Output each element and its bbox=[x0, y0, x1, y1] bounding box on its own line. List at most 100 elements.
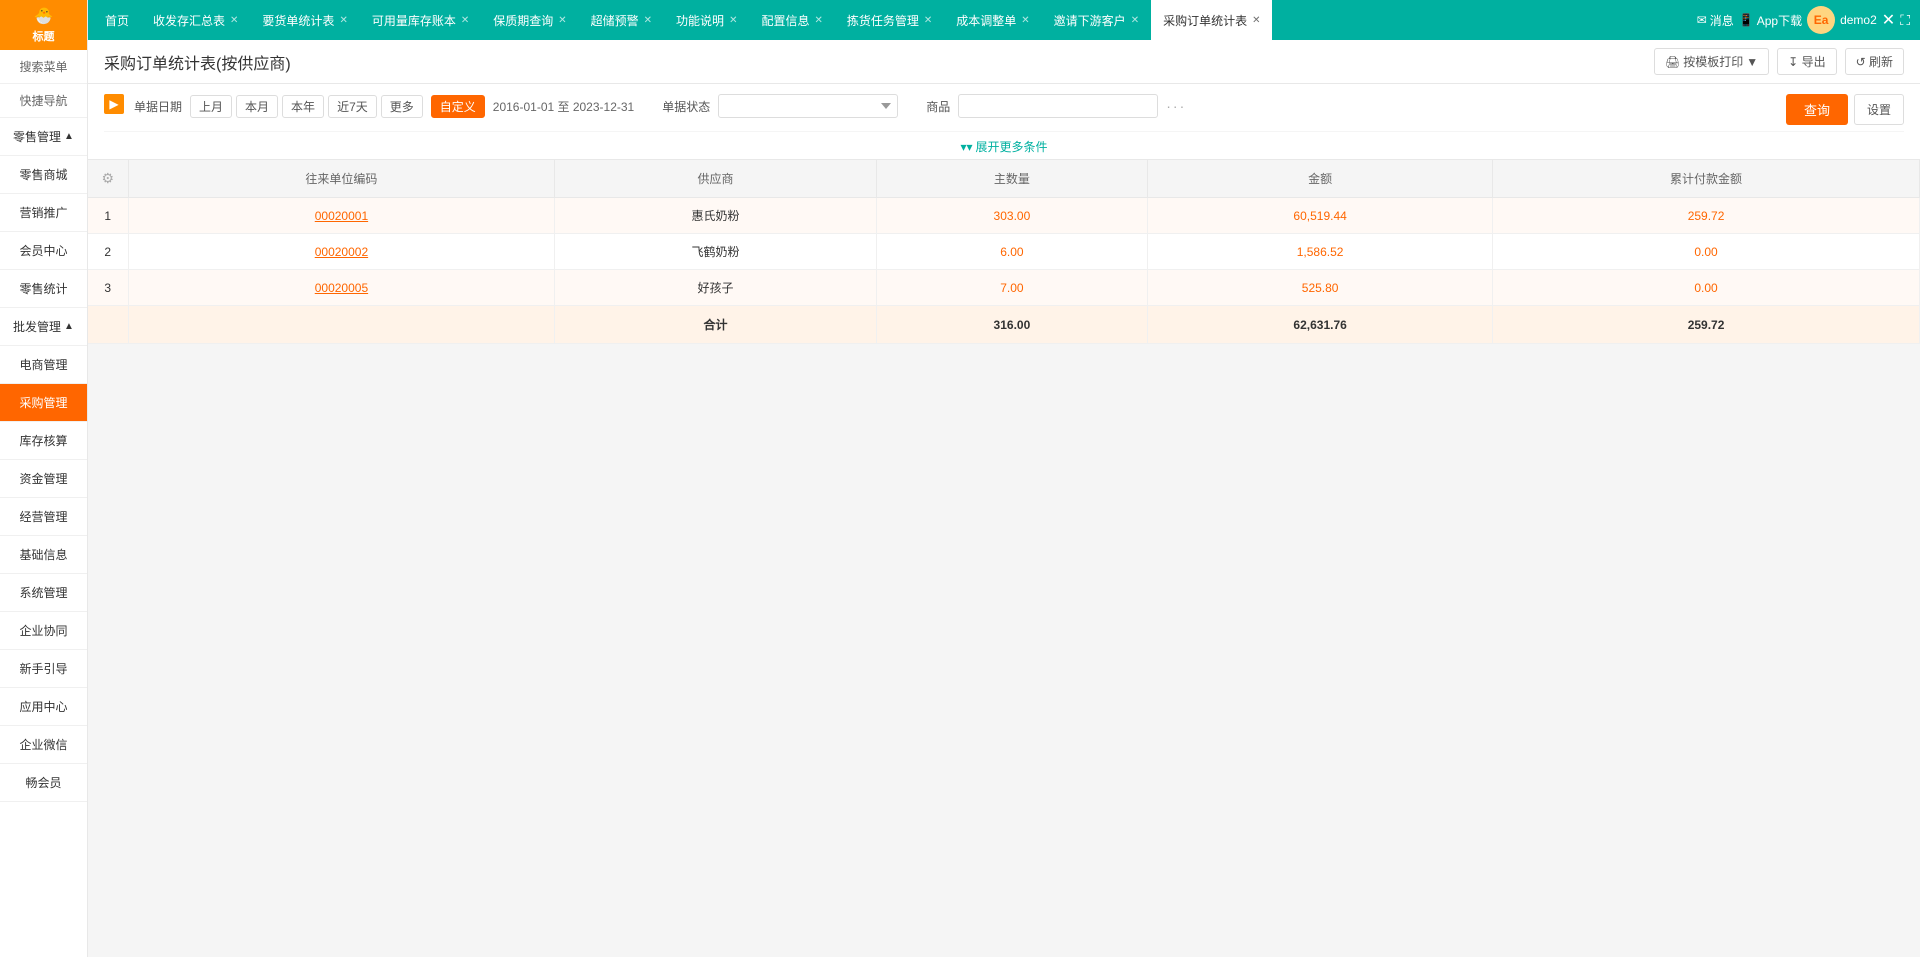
arrow-icon: ▲ bbox=[64, 131, 74, 142]
sidebar-quick-nav[interactable]: 快捷导航 bbox=[0, 84, 87, 118]
tab-close-icon[interactable]: ✕ bbox=[1252, 15, 1260, 26]
filter-main-row: ▶ 单据日期 上月本月本年近7天更多 自定义 2016-01-01 至 2023… bbox=[104, 94, 1904, 125]
goods-more-icon[interactable]: ··· bbox=[1166, 98, 1186, 114]
sidebar-item-ecom-mgmt[interactable]: 电商管理 bbox=[0, 346, 87, 384]
expand-more-area: ▾▾ 展开更多条件 bbox=[104, 131, 1904, 159]
sidebar-items-container: 零售管理▲零售商城营销推广会员中心零售统计批发管理▲电商管理采购管理库存核算资金… bbox=[0, 118, 87, 802]
tab-close-icon[interactable]: ✕ bbox=[230, 15, 238, 26]
row-code[interactable]: 00020005 bbox=[128, 270, 555, 306]
total-amount: 62,631.76 bbox=[1148, 306, 1493, 344]
sidebar-item-label: 批发管理 bbox=[13, 318, 61, 335]
sidebar-search[interactable]: 搜索菜单 bbox=[0, 50, 87, 84]
tab-close-icon[interactable]: ✕ bbox=[339, 15, 347, 26]
filter-section: ▶ 单据日期 上月本月本年近7天更多 自定义 2016-01-01 至 2023… bbox=[88, 84, 1920, 160]
topbar-tab-purchase-stats[interactable]: 采购订单统计表✕ bbox=[1151, 0, 1272, 40]
tab-close-icon[interactable]: ✕ bbox=[814, 15, 822, 26]
sidebar-item-corp-wechat[interactable]: 企业微信 bbox=[0, 726, 87, 764]
sidebar-item-purchase-mgmt[interactable]: 采购管理 bbox=[0, 384, 87, 422]
tab-label: 拣货任务管理 bbox=[847, 12, 919, 29]
row-qty[interactable]: 6.00 bbox=[876, 234, 1148, 270]
sidebar-item-member-center[interactable]: 会员中心 bbox=[0, 232, 87, 270]
row-code[interactable]: 00020001 bbox=[128, 198, 555, 234]
topbar-tab-collect-send[interactable]: 收发存汇总表 ✕ bbox=[141, 0, 250, 40]
date-buttons: 上月本月本年近7天更多 bbox=[190, 95, 423, 118]
print-button[interactable]: 🖨 按模板打印 ▼ bbox=[1654, 48, 1769, 75]
subheader-actions: 🖨 按模板打印 ▼ ↧ 导出 ↺ 刷新 bbox=[1654, 48, 1904, 75]
tab-close-icon[interactable]: ✕ bbox=[1021, 15, 1029, 26]
sidebar-item-wholesale-mgmt[interactable]: 批发管理▲ bbox=[0, 308, 87, 346]
sidebar-item-ops-mgmt[interactable]: 经营管理 bbox=[0, 498, 87, 536]
tab-close-icon[interactable]: ✕ bbox=[729, 15, 737, 26]
table-row[interactable]: 3 00020005 好孩子 7.00 525.80 0.00 bbox=[88, 270, 1920, 306]
topbar-tab-storage-task[interactable]: 拣货任务管理 ✕ bbox=[835, 0, 944, 40]
tab-close-icon[interactable]: ✕ bbox=[461, 15, 469, 26]
filter-right: 查询 设置 bbox=[1786, 94, 1904, 125]
sidebar-item-basic-info[interactable]: 基础信息 bbox=[0, 536, 87, 574]
row-paid[interactable]: 0.00 bbox=[1493, 234, 1920, 270]
tab-label: 首页 bbox=[105, 12, 129, 29]
column-settings-icon[interactable]: ⚙ bbox=[101, 170, 114, 186]
date-btn-本年[interactable]: 本年 bbox=[282, 95, 324, 118]
app-download-button[interactable]: 📱 App下载 bbox=[1739, 12, 1802, 29]
sidebar-item-inventory[interactable]: 库存核算 bbox=[0, 422, 87, 460]
date-btn-上月[interactable]: 上月 bbox=[190, 95, 232, 118]
toggle-filter-button[interactable]: ▶ bbox=[104, 94, 124, 114]
topbar-tab-goods-stats[interactable]: 要货单统计表✕ bbox=[250, 0, 359, 40]
status-select[interactable] bbox=[718, 94, 898, 118]
row-amount[interactable]: 60,519.44 bbox=[1148, 198, 1493, 234]
total-label-text: 合计 bbox=[555, 306, 876, 344]
topbar-tab-avail-inventory[interactable]: 可用量库存账本✕ bbox=[360, 0, 481, 40]
topbar-close-icon[interactable]: ✕ bbox=[1882, 10, 1895, 30]
sidebar-item-retail-mall[interactable]: 零售商城 bbox=[0, 156, 87, 194]
topbar-tab-warranty[interactable]: 保质期查询✕ bbox=[481, 0, 578, 40]
sidebar-item-app-center[interactable]: 应用中心 bbox=[0, 688, 87, 726]
row-no: 2 bbox=[88, 234, 128, 270]
topbar-tab-func-desc[interactable]: 功能说明✕ bbox=[664, 0, 749, 40]
goods-input[interactable] bbox=[958, 94, 1158, 118]
tab-label: 收发存汇总表 bbox=[153, 12, 225, 29]
row-qty[interactable]: 303.00 bbox=[876, 198, 1148, 234]
sidebar-item-sys-mgmt[interactable]: 系统管理 bbox=[0, 574, 87, 612]
message-button[interactable]: ✉ 消息 bbox=[1697, 12, 1734, 29]
tab-close-icon[interactable]: ✕ bbox=[924, 15, 932, 26]
filter-settings-button[interactable]: 设置 bbox=[1854, 94, 1904, 125]
sidebar-item-retail-mgmt[interactable]: 零售管理▲ bbox=[0, 118, 87, 156]
tab-close-icon[interactable]: ✕ bbox=[1131, 15, 1139, 26]
topbar-tab-home[interactable]: 首页 bbox=[93, 0, 141, 40]
topbar-tab-config-info[interactable]: 配置信息✕ bbox=[749, 0, 834, 40]
tab-close-icon[interactable]: ✕ bbox=[558, 15, 566, 26]
sidebar-item-marketing[interactable]: 营销推广 bbox=[0, 194, 87, 232]
export-button[interactable]: ↧ 导出 bbox=[1777, 48, 1836, 75]
row-code[interactable]: 00020002 bbox=[128, 234, 555, 270]
expand-icon: ▾▾ bbox=[960, 140, 972, 154]
sidebar-item-finance[interactable]: 资金管理 bbox=[0, 460, 87, 498]
sidebar-item-vip-member[interactable]: 畅会员 bbox=[0, 764, 87, 802]
expand-more-button[interactable]: ▾▾ 展开更多条件 bbox=[960, 138, 1047, 155]
row-supplier: 飞鹤奶粉 bbox=[555, 234, 876, 270]
user-avatar: Ea bbox=[1807, 6, 1835, 34]
refresh-button[interactable]: ↺ 刷新 bbox=[1845, 48, 1904, 75]
table-row[interactable]: 1 00020001 惠氏奶粉 303.00 60,519.44 259.72 bbox=[88, 198, 1920, 234]
sidebar-item-new-guide[interactable]: 新手引导 bbox=[0, 650, 87, 688]
page-title: 采购订单统计表(按供应商) bbox=[104, 50, 291, 74]
row-paid[interactable]: 259.72 bbox=[1493, 198, 1920, 234]
date-btn-近7天[interactable]: 近7天 bbox=[328, 95, 377, 118]
date-btn-本月[interactable]: 本月 bbox=[236, 95, 278, 118]
table-row[interactable]: 2 00020002 飞鹤奶粉 6.00 1,586.52 0.00 bbox=[88, 234, 1920, 270]
tab-close-icon[interactable]: ✕ bbox=[644, 15, 652, 26]
date-custom-btn[interactable]: 自定义 bbox=[431, 95, 485, 118]
topbar-tab-overstock[interactable]: 超储预警✕ bbox=[579, 0, 664, 40]
topbar-tab-invite-downstream[interactable]: 邀请下游客户✕ bbox=[1042, 0, 1151, 40]
row-amount[interactable]: 1,586.52 bbox=[1148, 234, 1493, 270]
row-qty[interactable]: 7.00 bbox=[876, 270, 1148, 306]
topbar-expand-icon[interactable]: ⛶ bbox=[1900, 12, 1910, 29]
row-amount[interactable]: 525.80 bbox=[1148, 270, 1493, 306]
sidebar-item-corp-collab[interactable]: 企业协同 bbox=[0, 612, 87, 650]
date-btn-更多[interactable]: 更多 bbox=[381, 95, 423, 118]
row-paid[interactable]: 0.00 bbox=[1493, 270, 1920, 306]
user-area[interactable]: Ea demo2 bbox=[1807, 6, 1877, 34]
sidebar-item-retail-stats[interactable]: 零售统计 bbox=[0, 270, 87, 308]
topbar-tab-cost-adjust[interactable]: 成本调整单✕ bbox=[944, 0, 1041, 40]
search-button[interactable]: 查询 bbox=[1786, 94, 1848, 125]
sidebar: 🐣 标题 搜索菜单 快捷导航 零售管理▲零售商城营销推广会员中心零售统计批发管理… bbox=[0, 0, 88, 957]
